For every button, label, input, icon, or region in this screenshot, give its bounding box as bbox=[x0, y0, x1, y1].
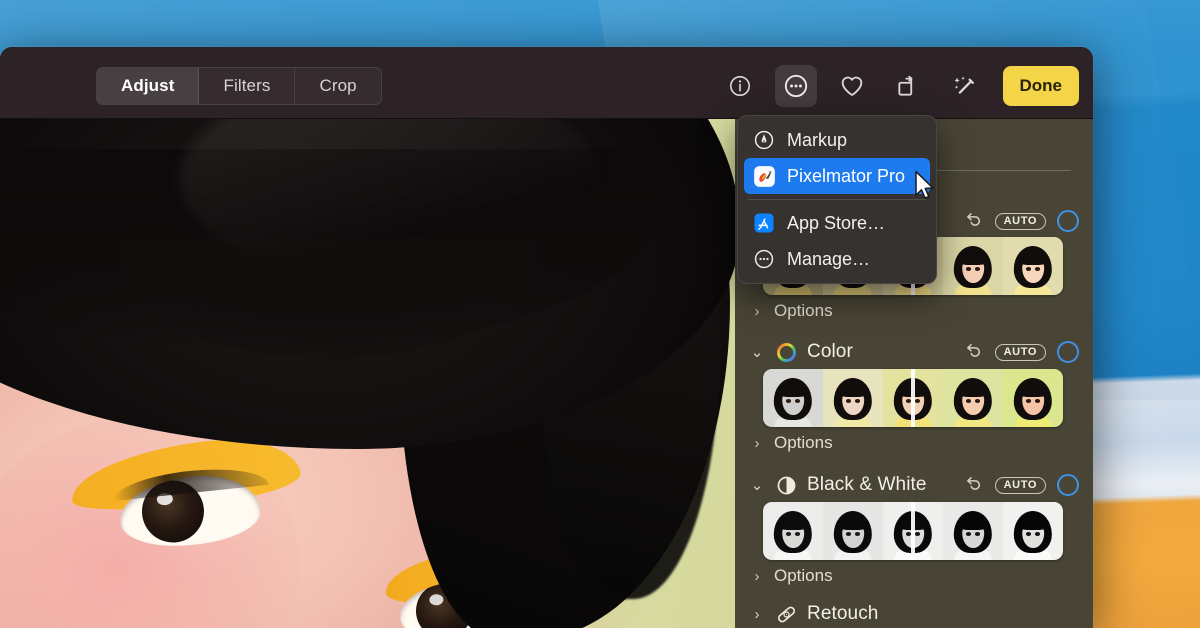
chevron-right-icon: › bbox=[754, 302, 760, 320]
tab-adjust-label: Adjust bbox=[121, 76, 175, 95]
filmstrip-frame[interactable] bbox=[1003, 369, 1063, 427]
filmstrip-color[interactable] bbox=[763, 369, 1063, 427]
tab-filters[interactable]: Filters bbox=[199, 68, 296, 104]
auto-button-black-and-white[interactable]: AUTO bbox=[994, 476, 1046, 494]
filmstrip-frame[interactable] bbox=[883, 502, 943, 560]
filmstrip-frame[interactable] bbox=[823, 502, 883, 560]
filmstrip-frame[interactable] bbox=[943, 502, 1003, 560]
section-controls-color: AUTO bbox=[964, 340, 1079, 365]
info-circle-icon bbox=[729, 76, 750, 96]
photo-canvas[interactable] bbox=[0, 119, 735, 628]
section-title-black-and-white: Black & White bbox=[807, 474, 927, 495]
reset-arrow-icon[interactable] bbox=[964, 340, 984, 365]
filmstrip-frame[interactable] bbox=[763, 369, 823, 427]
chevron-right-icon: › bbox=[754, 567, 760, 585]
rotate-square-icon bbox=[897, 75, 912, 96]
auto-button-light[interactable]: AUTO bbox=[994, 212, 1046, 230]
menu-item-markup[interactable]: Markup bbox=[744, 122, 930, 158]
filmstrip-frame[interactable] bbox=[883, 369, 943, 427]
options-row-color[interactable]: › Options bbox=[749, 429, 1049, 457]
filmstrip-black-and-white[interactable] bbox=[763, 502, 1063, 560]
menu-item-pixelmator-pro-label: Pixelmator Pro bbox=[787, 165, 906, 186]
menu-separator bbox=[748, 199, 926, 200]
manage-ellipsis-circle-icon bbox=[752, 247, 776, 271]
enable-toggle-color[interactable] bbox=[1057, 341, 1079, 363]
edit-mode-segmented-control[interactable]: Adjust Filters Crop bbox=[96, 67, 382, 105]
rotate-button[interactable] bbox=[887, 65, 929, 107]
auto-enhance-button[interactable] bbox=[943, 65, 985, 107]
options-label-black-and-white: Options bbox=[774, 566, 833, 585]
editor-toolbar: Adjust Filters Crop Done bbox=[0, 47, 1093, 119]
filmstrip-playhead[interactable] bbox=[911, 502, 915, 560]
ellipsis-circle-icon bbox=[784, 74, 807, 98]
favorite-button[interactable] bbox=[831, 65, 873, 107]
heart-icon bbox=[841, 76, 862, 96]
options-label-color: Options bbox=[774, 433, 833, 452]
filmstrip-frame[interactable] bbox=[763, 502, 823, 560]
section-controls-light: AUTO bbox=[964, 209, 1079, 234]
section-controls-black-and-white: AUTO bbox=[964, 473, 1079, 498]
section-title-retouch: Retouch bbox=[807, 603, 879, 624]
black-white-contrast-icon bbox=[774, 473, 798, 497]
filmstrip-frame[interactable] bbox=[943, 237, 1003, 295]
tab-crop-label: Crop bbox=[319, 76, 357, 95]
options-row-light[interactable]: › Options bbox=[749, 297, 1049, 325]
menu-item-manage[interactable]: Manage… bbox=[744, 241, 930, 277]
menu-item-markup-label: Markup bbox=[787, 129, 848, 150]
chevron-down-icon: ⌄ bbox=[750, 343, 764, 361]
section-title-color: Color bbox=[807, 341, 853, 362]
chevron-down-icon: ⌄ bbox=[750, 476, 764, 494]
color-wheel-icon bbox=[774, 340, 798, 364]
filmstrip-playhead[interactable] bbox=[911, 369, 915, 427]
info-button[interactable] bbox=[719, 65, 761, 107]
portrait-photo bbox=[0, 119, 735, 628]
magic-wand-icon bbox=[953, 76, 974, 94]
options-row-black-and-white[interactable]: › Options bbox=[749, 562, 1049, 590]
more-options-button[interactable] bbox=[774, 65, 817, 107]
options-label-light: Options bbox=[774, 301, 833, 320]
filmstrip-frame[interactable] bbox=[943, 369, 1003, 427]
auto-button-color[interactable]: AUTO bbox=[994, 343, 1046, 361]
retouch-bandage-icon bbox=[774, 602, 798, 626]
section-header-black-and-white[interactable]: ⌄ Black & White AUTO bbox=[749, 468, 1079, 502]
chevron-right-icon: › bbox=[754, 605, 760, 623]
menu-item-manage-label: Manage… bbox=[787, 248, 871, 269]
enable-toggle-light[interactable] bbox=[1057, 210, 1079, 232]
chevron-right-icon: › bbox=[754, 434, 760, 452]
menu-item-pixelmator-pro[interactable]: Pixelmator Pro bbox=[744, 158, 930, 194]
section-header-retouch[interactable]: › Retouch bbox=[749, 597, 1079, 628]
tab-adjust[interactable]: Adjust bbox=[97, 68, 200, 104]
more-options-dropdown-menu[interactable]: Markup Pixelmator Pro App Store… Manage… bbox=[737, 115, 937, 284]
enable-toggle-black-and-white[interactable] bbox=[1057, 474, 1079, 496]
reset-arrow-icon[interactable] bbox=[964, 473, 984, 498]
menu-item-app-store-label: App Store… bbox=[787, 212, 886, 233]
section-header-color[interactable]: ⌄ Color AUTO bbox=[749, 335, 1079, 369]
sidebar-top-divider bbox=[931, 170, 1071, 171]
filmstrip-frame[interactable] bbox=[1003, 237, 1063, 295]
toolbar-actions: Done bbox=[719, 63, 1079, 109]
filmstrip-frame[interactable] bbox=[823, 369, 883, 427]
pixelmator-pro-app-icon bbox=[752, 164, 776, 188]
done-button[interactable]: Done bbox=[1002, 66, 1079, 106]
filmstrip-frame[interactable] bbox=[1003, 502, 1063, 560]
menu-item-app-store[interactable]: App Store… bbox=[744, 205, 930, 241]
tab-crop[interactable]: Crop bbox=[295, 68, 380, 104]
reset-arrow-icon[interactable] bbox=[964, 209, 984, 234]
tab-filters-label: Filters bbox=[223, 76, 271, 95]
app-store-icon bbox=[752, 211, 776, 235]
markup-pen-circle-icon bbox=[752, 128, 776, 152]
